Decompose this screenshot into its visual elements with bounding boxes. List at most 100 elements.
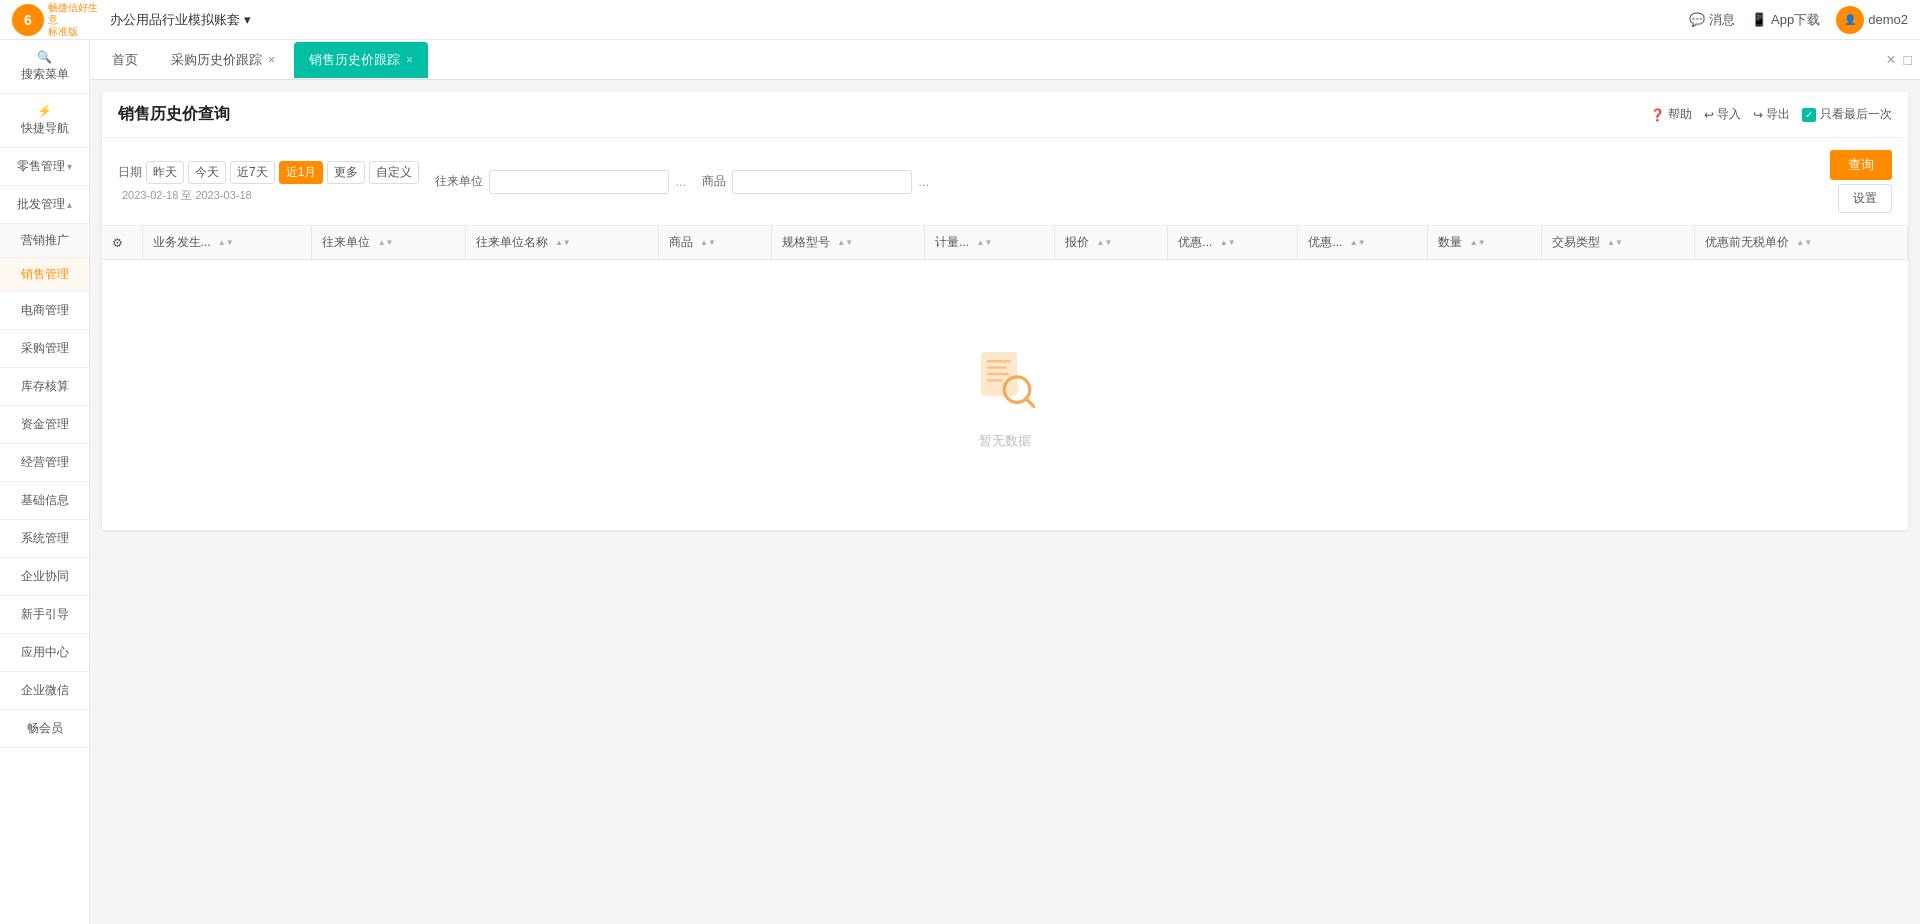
tab-close-sales[interactable]: × [406, 54, 413, 66]
sort-icon: ▲▼ [1220, 239, 1236, 247]
table-col-counterpart-code[interactable]: 往来单位 ▲▼ [312, 226, 465, 260]
table-col-discount1[interactable]: 优惠... ▲▼ [1168, 226, 1298, 260]
date-label: 日期 [118, 164, 142, 181]
table-header: ⚙ 业务发生... ▲▼ 往来单位 ▲▼ [102, 226, 1908, 260]
sidebar-item-retail[interactable]: 零售管理 ▾ [0, 148, 89, 186]
only-last-checkbox[interactable]: ✓ 只看最后一次 [1802, 106, 1892, 123]
svg-rect-1 [987, 360, 1011, 362]
filter-right-buttons: 查询 设置 [1830, 150, 1892, 213]
date-btn-yesterday[interactable]: 昨天 [146, 161, 184, 184]
tab-sales[interactable]: 销售历史价跟踪 × [294, 42, 428, 78]
sort-icon: ▲▼ [1470, 239, 1486, 247]
svg-rect-2 [987, 366, 1007, 368]
counterpart-label: 往来单位 [435, 173, 483, 190]
empty-text: 暂无数据 [979, 432, 1031, 450]
help-icon: ❓ [1650, 108, 1665, 122]
sidebar-item-finance[interactable]: 资金管理 [0, 406, 89, 444]
import-icon: ↩ [1704, 108, 1714, 122]
product-input[interactable] [732, 170, 912, 194]
date-btn-1month[interactable]: 近1月 [279, 161, 324, 184]
table-col-biz-date[interactable]: 业务发生... ▲▼ [142, 226, 312, 260]
sort-icon: ▲▼ [1350, 239, 1366, 247]
sidebar-item-enterprise[interactable]: 企业协同 [0, 558, 89, 596]
query-button[interactable]: 查询 [1830, 150, 1892, 180]
date-buttons: 日期 昨天 今天 近7天 近1月 更多 自定义 [118, 161, 419, 184]
sidebar-item-wholesale[interactable]: 批发管理 ▴ [0, 186, 89, 224]
top-header: 6 畅捷信好生意 标准版 办公用品行业模拟账套 ▾ 💬 消息 📱 App下载 👤… [0, 0, 1920, 40]
counterpart-input[interactable] [489, 170, 669, 194]
table-col-counterpart-name[interactable]: 往来单位名称 ▲▼ [465, 226, 658, 260]
sidebar-item-purchase[interactable]: 采购管理 [0, 330, 89, 368]
product-label: 商品 [702, 173, 726, 190]
date-btn-today[interactable]: 今天 [188, 161, 226, 184]
table-col-discount2[interactable]: 优惠... ▲▼ [1298, 226, 1428, 260]
settings-button[interactable]: 设置 [1838, 184, 1892, 213]
company-dropdown[interactable]: 办公用品行业模拟账套 ▾ [110, 11, 1689, 29]
sidebar-item-sales[interactable]: 销售管理 [0, 258, 89, 292]
tab-close-purchase[interactable]: × [268, 54, 275, 66]
chevron-down-icon: ▾ [67, 161, 72, 172]
window-maximize-btn[interactable]: □ [1904, 52, 1912, 68]
sidebar-item-ecommerce[interactable]: 电商管理 [0, 292, 89, 330]
sidebar-item-search-menu[interactable]: 🔍 搜索菜单 [0, 40, 89, 94]
sort-icon: ▲▼ [837, 239, 853, 247]
page-content: 销售历史价查询 ❓ 帮助 ↩ 导入 ↪ 导出 [90, 80, 1920, 924]
sidebar-item-member[interactable]: 畅会员 [0, 710, 89, 748]
filter-bar: 日期 昨天 今天 近7天 近1月 更多 自定义 2023-02-18 至 202… [102, 138, 1908, 226]
sort-icon: ▲▼ [1796, 239, 1812, 247]
table-col-settings[interactable]: ⚙ [102, 226, 142, 260]
table-col-spec[interactable]: 规格型号 ▲▼ [771, 226, 924, 260]
sidebar-item-system[interactable]: 系统管理 [0, 520, 89, 558]
sort-icon: ▲▼ [218, 239, 234, 247]
empty-state-icon [965, 340, 1045, 420]
help-btn[interactable]: ❓ 帮助 [1650, 106, 1692, 123]
product-picker-btn[interactable]: ... [918, 174, 929, 189]
sidebar-item-wechat[interactable]: 企业微信 [0, 672, 89, 710]
message-icon: 💬 [1689, 12, 1705, 27]
svg-rect-4 [987, 379, 1003, 381]
title-actions: ❓ 帮助 ↩ 导入 ↪ 导出 ✓ 只看最后一次 [1650, 106, 1892, 123]
table-area: ⚙ 业务发生... ▲▼ 往来单位 ▲▼ [102, 226, 1908, 530]
sidebar-item-appstore[interactable]: 应用中心 [0, 634, 89, 672]
sidebar-item-operations[interactable]: 经营管理 [0, 444, 89, 482]
table-col-quote[interactable]: 报价 ▲▼ [1055, 226, 1168, 260]
sidebar-item-marketing[interactable]: 营销推广 [0, 224, 89, 258]
tab-home[interactable]: 首页 [98, 42, 152, 78]
export-icon: ↪ [1753, 108, 1763, 122]
sidebar-item-guide[interactable]: 新手引导 [0, 596, 89, 634]
empty-state: 暂无数据 [102, 260, 1908, 530]
download-icon: 📱 [1751, 12, 1767, 27]
app-download-btn[interactable]: 📱 App下载 [1751, 11, 1820, 29]
import-btn[interactable]: ↩ 导入 [1704, 106, 1741, 123]
product-filter-group: 商品 ... [702, 170, 929, 194]
tab-bar-right: × □ [1886, 51, 1912, 69]
settings-icon: ⚙ [112, 236, 123, 250]
avatar: 👤 [1836, 6, 1864, 34]
page-title-bar: 销售历史价查询 ❓ 帮助 ↩ 导入 ↪ 导出 [102, 92, 1908, 138]
table-col-qty[interactable]: 数量 ▲▼ [1428, 226, 1541, 260]
date-btn-more[interactable]: 更多 [327, 161, 365, 184]
sidebar-item-inventory[interactable]: 库存核算 [0, 368, 89, 406]
page-title: 销售历史价查询 [118, 104, 230, 125]
table-header-row: ⚙ 业务发生... ▲▼ 往来单位 ▲▼ [102, 226, 1908, 260]
sidebar-item-base[interactable]: 基础信息 [0, 482, 89, 520]
window-close-btn[interactable]: × [1886, 51, 1895, 69]
header-right: 💬 消息 📱 App下载 👤 demo2 [1689, 6, 1908, 34]
date-btn-7days[interactable]: 近7天 [230, 161, 275, 184]
date-btn-custom[interactable]: 自定义 [369, 161, 419, 184]
sidebar-item-quick-nav[interactable]: ⚡ 快捷导航 [0, 94, 89, 148]
table-col-trade-type[interactable]: 交易类型 ▲▼ [1541, 226, 1694, 260]
sort-icon: ▲▼ [1607, 239, 1623, 247]
counterpart-picker-btn[interactable]: ... [675, 174, 686, 189]
sort-icon: ▲▼ [700, 239, 716, 247]
table-col-product[interactable]: 商品 ▲▼ [658, 226, 771, 260]
message-btn[interactable]: 💬 消息 [1689, 11, 1735, 29]
table-col-unit[interactable]: 计量... ▲▼ [925, 226, 1055, 260]
table-col-pretax-price[interactable]: 优惠前无税单价 ▲▼ [1694, 226, 1907, 260]
user-avatar-btn[interactable]: 👤 demo2 [1836, 6, 1908, 34]
sort-icon: ▲▼ [555, 239, 571, 247]
chevron-up-icon: ▴ [67, 199, 72, 210]
export-btn[interactable]: ↪ 导出 [1753, 106, 1790, 123]
tab-purchase[interactable]: 采购历史价跟踪 × [156, 42, 290, 78]
checkbox-checked-icon: ✓ [1802, 108, 1816, 122]
